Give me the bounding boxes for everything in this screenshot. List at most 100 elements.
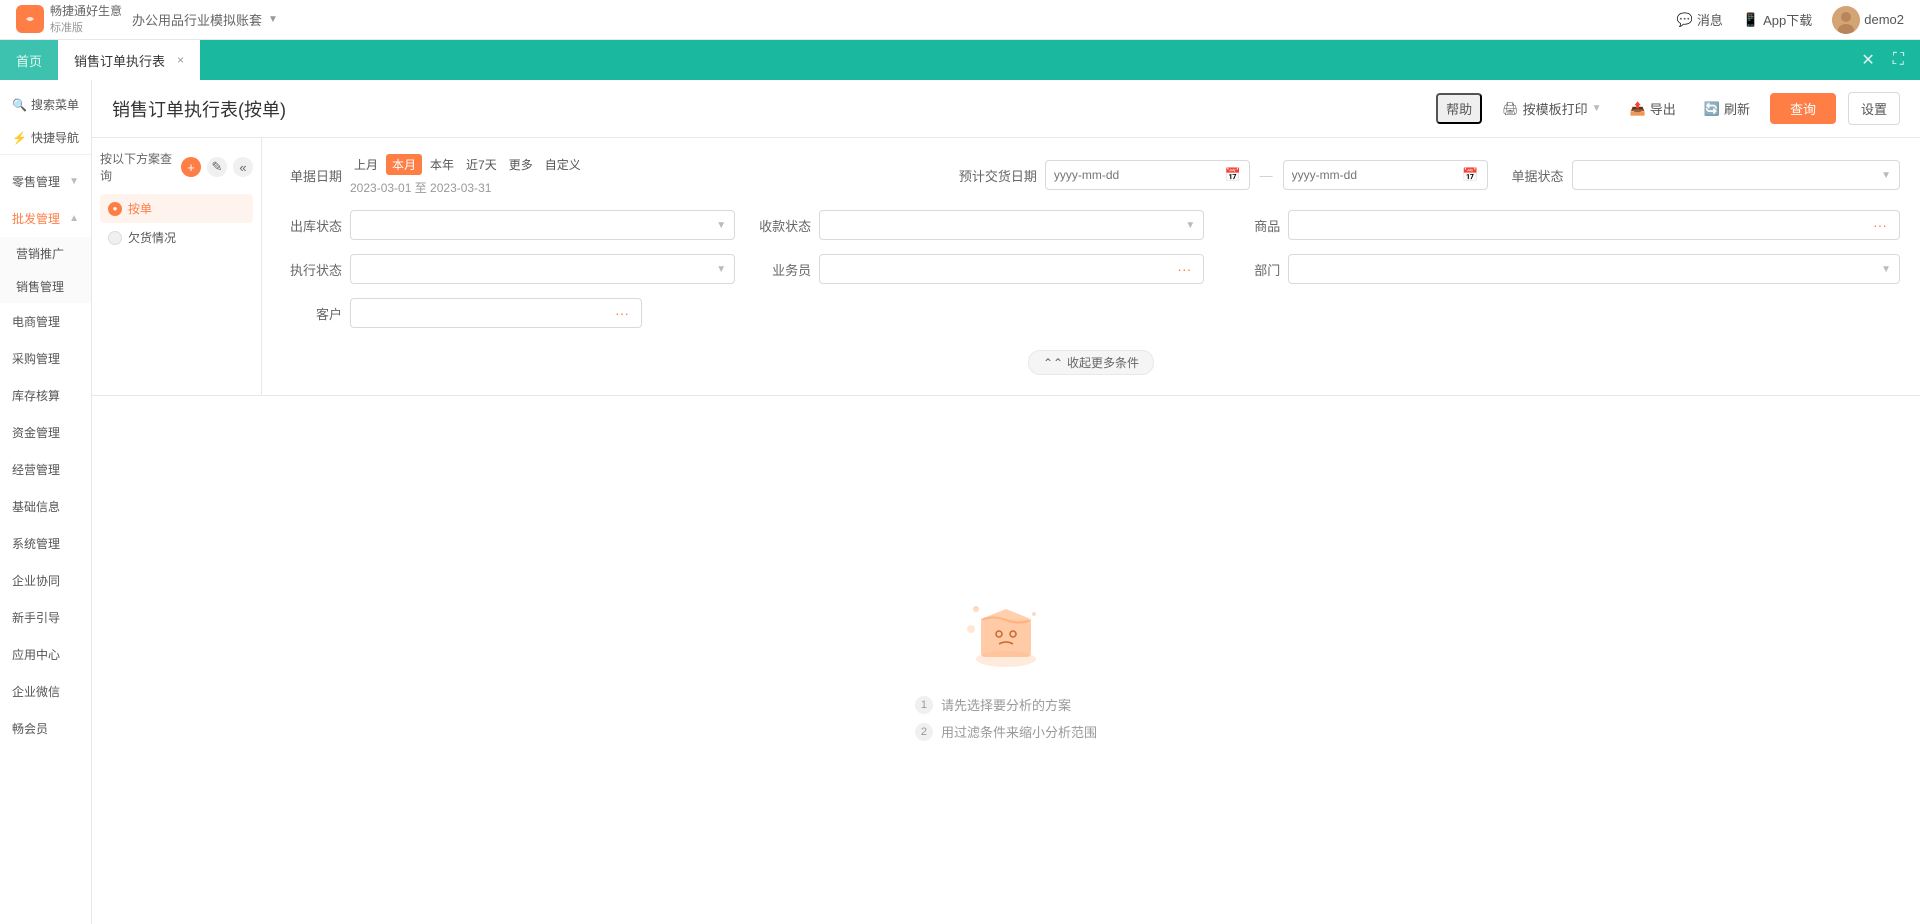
expected-date-end-input[interactable] bbox=[1292, 168, 1463, 182]
sidebar-quick-nav[interactable]: ⚡ 快捷导航 bbox=[0, 121, 91, 155]
dept-select[interactable]: ▼ bbox=[1288, 254, 1900, 284]
settings-btn[interactable]: 设置 bbox=[1848, 92, 1900, 125]
filter-edit-btn[interactable]: ✎ bbox=[207, 157, 227, 177]
refresh-btn[interactable]: 🔄 刷新 bbox=[1696, 95, 1758, 122]
out-status-select[interactable]: ▼ bbox=[350, 210, 735, 240]
filter-group-customer: 客户 ··· bbox=[282, 298, 642, 328]
query-btn[interactable]: 查询 bbox=[1770, 93, 1836, 124]
tab-close-btn[interactable]: × bbox=[177, 53, 184, 67]
sidebar-search[interactable]: 🔍 搜索菜单 bbox=[0, 88, 91, 121]
help-btn[interactable]: 帮助 bbox=[1436, 93, 1482, 124]
goods-select[interactable]: ··· bbox=[1288, 210, 1900, 240]
message-icon: 💬 bbox=[1677, 12, 1693, 28]
date-tab-7days[interactable]: 近7天 bbox=[462, 154, 501, 175]
print-label: 按模板打印 bbox=[1523, 99, 1588, 118]
nav-path[interactable]: 办公用品行业模拟账套 ▼ bbox=[132, 10, 278, 29]
filter-sidebar-title-label: 按以下方案查询 bbox=[100, 150, 181, 184]
scheme-dot-order: ● bbox=[108, 202, 122, 216]
exec-status-select[interactable]: ▼ bbox=[350, 254, 735, 284]
tab-expand-action[interactable]: ⛶ bbox=[1889, 47, 1908, 73]
sidebar-operation-label: 经营管理 bbox=[12, 461, 60, 478]
date-tab-more[interactable]: 更多 bbox=[505, 154, 537, 175]
sidebar-item-basic[interactable]: 基础信息 bbox=[0, 488, 91, 525]
sidebar-item-finance[interactable]: 资金管理 bbox=[0, 414, 91, 451]
sidebar-item-ecommerce[interactable]: 电商管理 bbox=[0, 303, 91, 340]
filter-group-dept: 部门 ▼ bbox=[1220, 254, 1900, 284]
expected-date-range: 📅 — 📅 bbox=[1045, 160, 1488, 190]
calendar-end-icon[interactable]: 📅 bbox=[1462, 167, 1478, 183]
sidebar-item-operation[interactable]: 经营管理 bbox=[0, 451, 91, 488]
sidebar-item-wholesale[interactable]: 批发管理 ▲ bbox=[0, 200, 91, 237]
tab-close-action[interactable]: ✕ bbox=[1857, 46, 1878, 74]
app-download-action[interactable]: 📱 App下载 bbox=[1743, 10, 1812, 29]
date-tab-thismonth[interactable]: 本月 bbox=[386, 154, 422, 175]
refresh-label: 刷新 bbox=[1724, 99, 1750, 118]
sidebar-item-app-center[interactable]: 应用中心 bbox=[0, 636, 91, 673]
sidebar-item-newbie[interactable]: 新手引导 bbox=[0, 599, 91, 636]
salesman-ellipsis[interactable]: ··· bbox=[1173, 261, 1195, 277]
sidebar-item-corp-wechat[interactable]: 企业微信 bbox=[0, 673, 91, 710]
sidebar-top: 🔍 搜索菜单 ⚡ 快捷导航 bbox=[0, 80, 91, 163]
expected-date-start-input[interactable] bbox=[1054, 168, 1225, 182]
salesman-select[interactable]: ··· bbox=[819, 254, 1204, 284]
receive-status-select[interactable]: ▼ bbox=[819, 210, 1204, 240]
sidebar-sub-sales[interactable]: 销售管理 bbox=[0, 270, 91, 303]
filter-sidebar-header: 按以下方案查询 + ✎ « bbox=[100, 150, 253, 184]
sidebar-item-purchase[interactable]: 采购管理 bbox=[0, 340, 91, 377]
tab-bar: 首页 销售订单执行表 × ✕ ⛶ bbox=[0, 40, 1920, 80]
sidebar-item-inventory[interactable]: 库存核算 bbox=[0, 377, 91, 414]
filter-group-out-status: 出库状态 ▼ bbox=[282, 210, 735, 240]
sidebar-newbie-label: 新手引导 bbox=[12, 609, 60, 626]
collapse-up-icon: ⌃⌃ bbox=[1043, 356, 1063, 370]
filter-form: 单据日期 上月 本月 本年 近7天 更多 自定义 2023-03-01 至 20… bbox=[262, 138, 1920, 395]
goods-ellipsis[interactable]: ··· bbox=[1869, 217, 1891, 233]
user-action[interactable]: demo2 bbox=[1832, 6, 1904, 34]
message-action[interactable]: 💬 消息 bbox=[1677, 10, 1723, 29]
salesman-label: 业务员 bbox=[751, 260, 811, 279]
scheme-item-debt[interactable]: 欠货情况 bbox=[100, 223, 253, 252]
export-icon: 📤 bbox=[1630, 101, 1646, 117]
filter-group-salesman: 业务员 ··· bbox=[751, 254, 1204, 284]
empty-hint-2: 2 用过滤条件来缩小分析范围 bbox=[915, 722, 1097, 741]
customer-select[interactable]: ··· bbox=[350, 298, 642, 328]
expected-date-end[interactable]: 📅 bbox=[1283, 160, 1488, 190]
expected-date-start[interactable]: 📅 bbox=[1045, 160, 1250, 190]
collapse-more-btn[interactable]: ⌃⌃ 收起更多条件 bbox=[282, 342, 1900, 379]
filter-collapse-btn[interactable]: « bbox=[233, 157, 253, 177]
quick-nav-icon: ⚡ bbox=[12, 131, 27, 145]
date-tab-thisyear[interactable]: 本年 bbox=[426, 154, 458, 175]
sidebar-item-system[interactable]: 系统管理 bbox=[0, 525, 91, 562]
date-tab-lastmonth[interactable]: 上月 bbox=[350, 154, 382, 175]
header-right: 💬 消息 📱 App下载 demo2 bbox=[1677, 6, 1904, 34]
status-label: 单据状态 bbox=[1504, 166, 1564, 185]
status-select-arrow: ▼ bbox=[1881, 170, 1891, 181]
sidebar-item-enterprise[interactable]: 企业协同 bbox=[0, 562, 91, 599]
sidebar-item-retail[interactable]: 零售管理 ▼ bbox=[0, 163, 91, 200]
sidebar-sub-marketing[interactable]: 营销推广 bbox=[0, 237, 91, 270]
date-tab-custom[interactable]: 自定义 bbox=[541, 154, 585, 175]
logo-area: 畅捷通好生意 标准版 bbox=[16, 4, 122, 34]
customer-ellipsis[interactable]: ··· bbox=[611, 305, 633, 321]
filter-add-btn[interactable]: + bbox=[181, 157, 201, 177]
hint-num-1: 1 bbox=[915, 696, 933, 714]
tab-active[interactable]: 销售订单执行表 × bbox=[58, 40, 200, 80]
sidebar-enterprise-label: 企业协同 bbox=[12, 572, 60, 589]
scheme-item-order[interactable]: ● 按单 bbox=[100, 194, 253, 223]
sidebar-item-member[interactable]: 畅会员 bbox=[0, 710, 91, 747]
print-btn[interactable]: 🖨 按模板打印 ▼ bbox=[1494, 95, 1609, 122]
filter-area: 按以下方案查询 + ✎ « ● 按单 欠货情况 bbox=[92, 138, 1920, 396]
sidebar-inventory-label: 库存核算 bbox=[12, 387, 60, 404]
filter-group-exec-status: 执行状态 ▼ bbox=[282, 254, 735, 284]
page-title-row: 销售订单执行表(按单) 帮助 🖨 按模板打印 ▼ 📤 导出 🔄 刷新 bbox=[112, 92, 1900, 125]
hint-num-2: 2 bbox=[915, 723, 933, 741]
app-label: App下载 bbox=[1763, 10, 1812, 29]
print-icon: 🖨 bbox=[1502, 101, 1519, 117]
empty-illustration bbox=[956, 579, 1056, 679]
filter-group-date: 单据日期 上月 本月 本年 近7天 更多 自定义 2023-03-01 至 20… bbox=[282, 154, 943, 196]
calendar-start-icon[interactable]: 📅 bbox=[1224, 167, 1240, 183]
status-select[interactable]: ▼ bbox=[1572, 160, 1901, 190]
tab-home[interactable]: 首页 bbox=[0, 40, 58, 80]
print-arrow: ▼ bbox=[1592, 103, 1602, 114]
logo-icon bbox=[16, 5, 44, 33]
export-btn[interactable]: 📤 导出 bbox=[1622, 95, 1684, 122]
